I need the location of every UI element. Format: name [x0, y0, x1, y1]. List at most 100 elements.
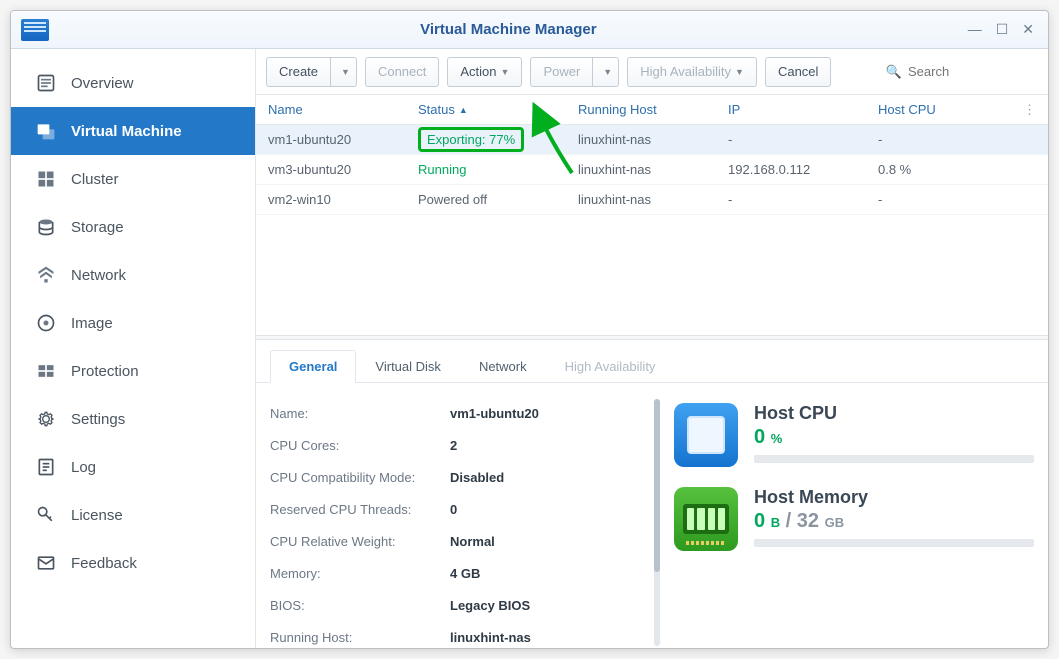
tab-network[interactable]: Network: [460, 350, 546, 382]
th-host[interactable]: Running Host: [578, 102, 728, 117]
table-header: Name Status▲ Running Host IP Host CPU ⋮: [256, 95, 1048, 125]
cell-host: linuxhint-nas: [578, 132, 728, 147]
property-row: CPU Cores:2: [270, 429, 640, 461]
cpu-icon: [674, 403, 738, 467]
cell-cpu: 0.8 %: [878, 162, 1016, 177]
sidebar-item-label: Log: [71, 459, 96, 476]
sidebar-item-label: Overview: [71, 75, 134, 92]
stat-title: Host Memory: [754, 487, 1034, 508]
app-icon: [21, 19, 49, 41]
search-icon: 🔍: [886, 64, 902, 80]
create-dropdown[interactable]: ▼: [331, 57, 357, 87]
cell-cpu: -: [878, 192, 1016, 207]
sidebar-item-label: Feedback: [71, 555, 137, 572]
window-controls: — ☐ ✕: [968, 21, 1048, 38]
scrollbar[interactable]: [654, 399, 660, 646]
protection-icon: [35, 360, 57, 382]
sidebar-item-storage[interactable]: Storage: [11, 203, 255, 251]
cell-ip: -: [728, 192, 878, 207]
app-window: Virtual Machine Manager — ☐ ✕ Overview V…: [10, 10, 1049, 649]
table-row[interactable]: vm1-ubuntu20 Exporting: 77% linuxhint-na…: [256, 125, 1048, 155]
stat-value: 0 B / 32 GB: [754, 510, 1034, 533]
sidebar-item-label: Virtual Machine: [71, 123, 182, 140]
window-title: Virtual Machine Manager: [49, 21, 968, 38]
chevron-down-icon: ▼: [341, 67, 350, 77]
sidebar-item-network[interactable]: Network: [11, 251, 255, 299]
chevron-down-icon: ▼: [603, 67, 612, 77]
stat-title: Host CPU: [754, 403, 1034, 424]
overview-icon: [35, 72, 57, 94]
high-availability-button[interactable]: High Availability▼: [627, 57, 757, 87]
table-row[interactable]: vm2-win10 Powered off linuxhint-nas - -: [256, 185, 1048, 215]
cell-ip: -: [728, 132, 878, 147]
toolbar: Create ▼ Connect Action▼ Power ▼ High Av…: [256, 49, 1048, 95]
th-ip[interactable]: IP: [728, 102, 878, 117]
cluster-icon: [35, 168, 57, 190]
sidebar-item-feedback[interactable]: Feedback: [11, 539, 255, 587]
cancel-button[interactable]: Cancel: [765, 57, 831, 87]
maximize-button[interactable]: ☐: [996, 21, 1009, 38]
property-row: Running Host:linuxhint-nas: [270, 621, 640, 648]
action-button[interactable]: Action▼: [447, 57, 522, 87]
table-row[interactable]: vm3-ubuntu20 Running linuxhint-nas 192.1…: [256, 155, 1048, 185]
minimize-button[interactable]: —: [968, 21, 982, 38]
connect-button[interactable]: Connect: [365, 57, 439, 87]
sidebar-item-image[interactable]: Image: [11, 299, 255, 347]
host-cpu-stat: Host CPU 0 %: [674, 403, 1034, 467]
cell-status: Powered off: [418, 192, 578, 207]
power-dropdown[interactable]: ▼: [593, 57, 619, 87]
sidebar-item-label: Network: [71, 267, 126, 284]
gear-icon: [35, 408, 57, 430]
sidebar-item-log[interactable]: Log: [11, 443, 255, 491]
cell-host: linuxhint-nas: [578, 162, 728, 177]
close-button[interactable]: ✕: [1022, 21, 1034, 38]
content-area: Overview Virtual Machine Cluster Storage…: [11, 49, 1048, 648]
power-button[interactable]: Power: [530, 57, 593, 87]
stat-value: 0 %: [754, 426, 1034, 449]
detail-panel: General Virtual Disk Network High Availa…: [256, 340, 1048, 648]
sidebar-item-cluster[interactable]: Cluster: [11, 155, 255, 203]
detail-stats: Host CPU 0 % Host Memory 0 B: [674, 397, 1034, 648]
th-name[interactable]: Name: [268, 102, 418, 117]
host-memory-stat: Host Memory 0 B / 32 GB: [674, 487, 1034, 551]
search-input[interactable]: [908, 64, 1038, 79]
cell-ip: 192.168.0.112: [728, 162, 878, 177]
main-panel: Create ▼ Connect Action▼ Power ▼ High Av…: [256, 49, 1048, 648]
key-icon: [35, 504, 57, 526]
sidebar-item-label: License: [71, 507, 123, 524]
sidebar-item-label: Settings: [71, 411, 125, 428]
cell-cpu: -: [878, 132, 1016, 147]
property-row: BIOS:Legacy BIOS: [270, 589, 640, 621]
detail-tabs: General Virtual Disk Network High Availa…: [256, 340, 1048, 383]
cell-name: vm1-ubuntu20: [268, 132, 418, 147]
property-row: CPU Relative Weight:Normal: [270, 525, 640, 557]
storage-icon: [35, 216, 57, 238]
sidebar-item-virtual-machine[interactable]: Virtual Machine: [11, 107, 255, 155]
sidebar-item-settings[interactable]: Settings: [11, 395, 255, 443]
stat-bar: [754, 539, 1034, 547]
image-icon: [35, 312, 57, 334]
stat-bar: [754, 455, 1034, 463]
tab-high-availability[interactable]: High Availability: [546, 350, 675, 382]
create-button[interactable]: Create: [266, 57, 331, 87]
vm-table: Name Status▲ Running Host IP Host CPU ⋮ …: [256, 95, 1048, 335]
th-cpu[interactable]: Host CPU: [878, 102, 1016, 117]
tab-virtual-disk[interactable]: Virtual Disk: [356, 350, 460, 382]
column-options[interactable]: ⋮: [1016, 102, 1036, 118]
chevron-down-icon: ▼: [735, 67, 744, 77]
tab-general[interactable]: General: [270, 350, 356, 383]
sidebar-item-label: Cluster: [71, 171, 119, 188]
sidebar-item-label: Storage: [71, 219, 124, 236]
network-icon: [35, 264, 57, 286]
cell-name: vm3-ubuntu20: [268, 162, 418, 177]
sidebar-item-overview[interactable]: Overview: [11, 59, 255, 107]
property-row: Name:vm1-ubuntu20: [270, 397, 640, 429]
sidebar-item-license[interactable]: License: [11, 491, 255, 539]
detail-body: Name:vm1-ubuntu20 CPU Cores:2 CPU Compat…: [256, 383, 1048, 648]
detail-properties: Name:vm1-ubuntu20 CPU Cores:2 CPU Compat…: [270, 397, 640, 648]
sidebar-item-protection[interactable]: Protection: [11, 347, 255, 395]
mail-icon: [35, 552, 57, 574]
cell-name: vm2-win10: [268, 192, 418, 207]
property-row: Reserved CPU Threads:0: [270, 493, 640, 525]
chevron-down-icon: ▼: [501, 67, 510, 77]
